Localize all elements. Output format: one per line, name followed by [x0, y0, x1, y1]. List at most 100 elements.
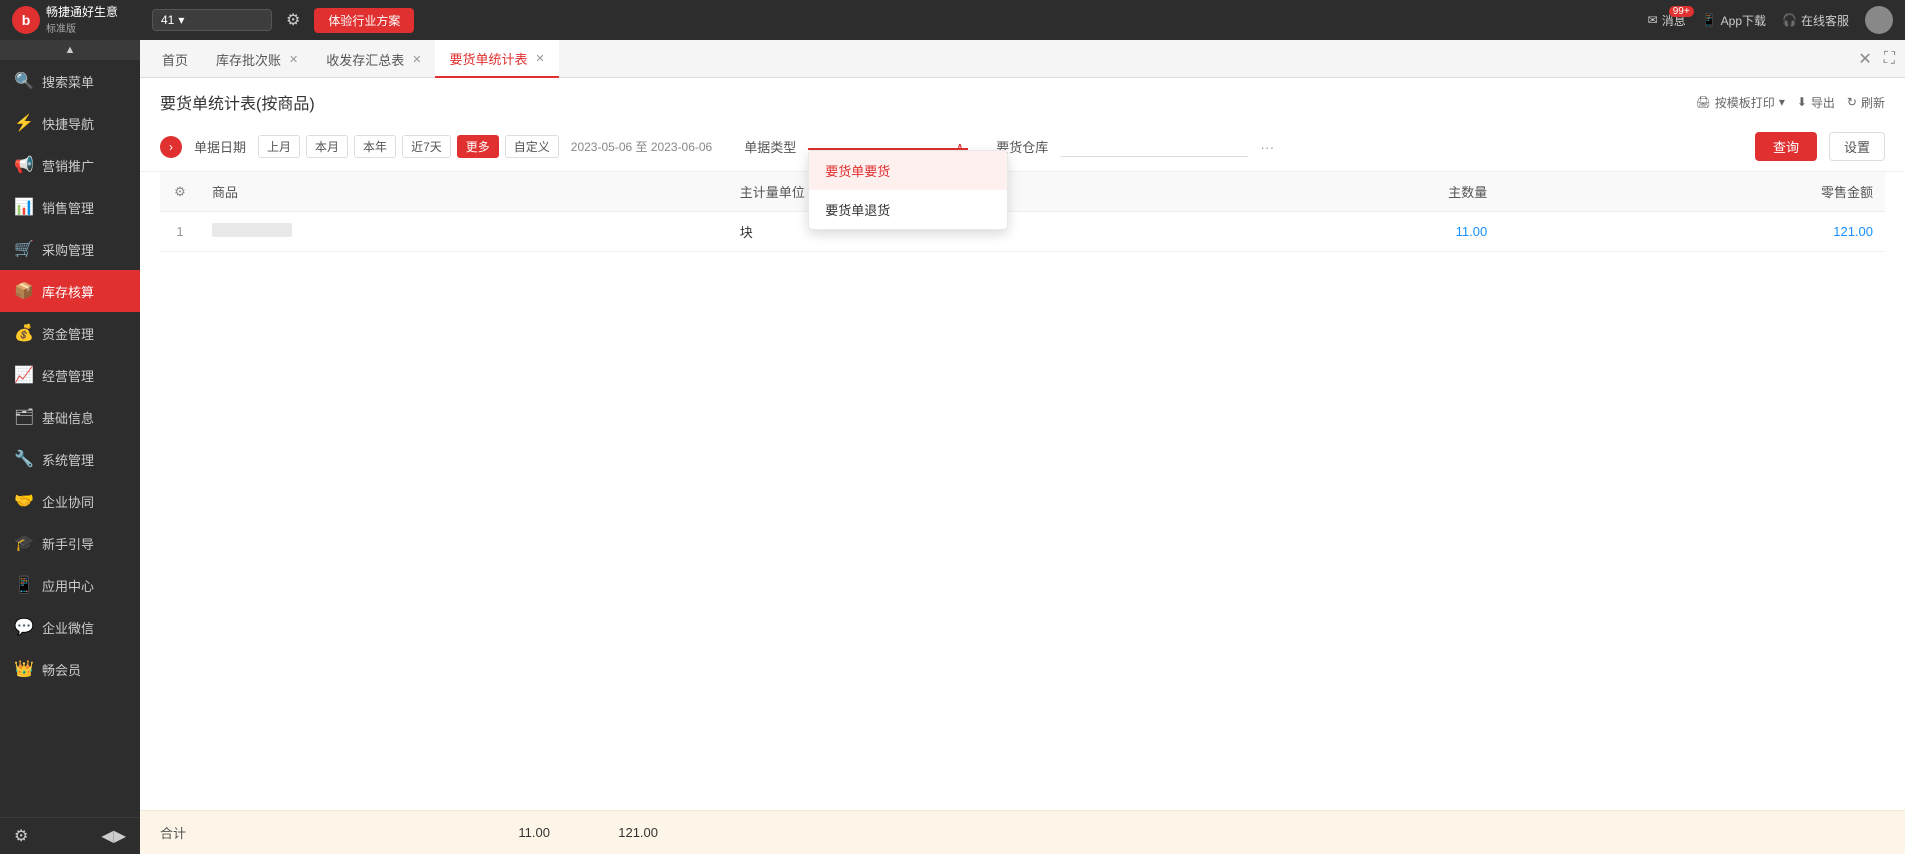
sidebar-item-members[interactable]: 👑 畅会员: [0, 648, 140, 690]
tab-close-order-stats[interactable]: ✕: [536, 52, 545, 65]
sidebar-label-members: 畅会员: [42, 660, 81, 679]
summary-qty: 11.00: [450, 825, 550, 840]
type-filter-label: 单据类型: [744, 137, 796, 156]
sidebar-item-guide[interactable]: 🎓 新手引导: [0, 522, 140, 564]
sidebar-icon-system: 🔧: [14, 449, 34, 469]
dropdown-item-order-goods[interactable]: 要货单要货: [809, 151, 1007, 190]
avatar[interactable]: [1865, 6, 1893, 34]
app-download-btn[interactable]: 📱 App下载: [1702, 12, 1766, 29]
type-select-wrapper: ∧ 要货单要货要货单退货: [808, 144, 968, 150]
tab-close-receivable[interactable]: ✕: [412, 53, 421, 66]
phone-icon: 📱: [1702, 13, 1717, 27]
tab-close-batch[interactable]: ✕: [289, 53, 298, 66]
print-icon: 🖨: [1696, 95, 1711, 109]
sidebar-label-enterprise: 企业协同: [42, 492, 94, 511]
expand-filter-btn[interactable]: ›: [160, 136, 182, 158]
sidebar-icon-purchase: 🛒: [14, 239, 34, 259]
table-header-row: ⚙ 商品 主计量单位 主数量 零售金额: [160, 172, 1885, 212]
table-col-qty: 主数量: [1179, 172, 1499, 212]
tab-bar: 首页库存批次账✕收发存汇总表✕要货单统计表✕ ✕ ⛶: [140, 40, 1905, 78]
logo-icon: b: [12, 6, 40, 34]
messages-btn[interactable]: ✉ 消息 99+: [1648, 12, 1686, 29]
app-sub: 标准版: [46, 20, 118, 35]
sidebar-item-operations[interactable]: 📈 经营管理: [0, 354, 140, 396]
warehouse-input[interactable]: [1060, 137, 1248, 157]
sidebar-label-marketing: 营销推广: [42, 156, 94, 175]
table-col-product: 商品: [200, 172, 728, 212]
sidebar-item-shortcut[interactable]: ⚡ 快捷导航: [0, 102, 140, 144]
app-download-label: App下载: [1721, 12, 1766, 29]
export-btn[interactable]: ⬇ 导出: [1797, 94, 1835, 111]
sidebar: ▲ 🔍 搜索菜单 ⚡ 快捷导航 📢 营销推广 📊 销售管理 🛒 采购管理 📦 库…: [0, 40, 140, 854]
sidebar-icon-finance: 💰: [14, 323, 34, 343]
sidebar-label-finance: 资金管理: [42, 324, 94, 343]
summary-label: 合计: [160, 823, 450, 842]
sidebar-icon-enterprise: 🤝: [14, 491, 34, 511]
row-qty-0: 11.00: [1179, 212, 1499, 252]
sidebar-icon-inventory: 📦: [14, 281, 34, 301]
custom-date-btn[interactable]: 自定义: [505, 135, 559, 158]
tab-home[interactable]: 首页: [148, 40, 202, 77]
online-service-btn[interactable]: 🎧 在线客服: [1782, 12, 1849, 29]
sidebar-scroll-up[interactable]: ▲: [0, 40, 140, 60]
sidebar-item-enterprise[interactable]: 🤝 企业协同: [0, 480, 140, 522]
last-month-btn[interactable]: 上月: [258, 135, 300, 158]
tab-expand-btn[interactable]: ⛶: [1882, 48, 1897, 70]
sidebar-icon-wechat: 💬: [14, 617, 34, 637]
refresh-btn[interactable]: ↻ 刷新: [1847, 94, 1885, 111]
content-area: 首页库存批次账✕收发存汇总表✕要货单统计表✕ ✕ ⛶ 要货单统计表(按商品) 🖨…: [140, 40, 1905, 854]
print-btn[interactable]: 🖨 按模板打印 ▾: [1696, 94, 1785, 111]
table-col-settings[interactable]: ⚙: [160, 172, 200, 212]
sidebar-item-base[interactable]: 🗂 基础信息: [0, 396, 140, 438]
sidebar-label-inventory: 库存核算: [42, 282, 94, 301]
sidebar-label-base: 基础信息: [42, 408, 94, 427]
sidebar-item-inventory[interactable]: 📦 库存核算: [0, 270, 140, 312]
sidebar-icon-sales: 📊: [14, 197, 34, 217]
tab-receivable[interactable]: 收发存汇总表✕: [312, 40, 435, 77]
sidebar-item-system[interactable]: 🔧 系统管理: [0, 438, 140, 480]
sidebar-item-marketing[interactable]: 📢 营销推广: [0, 144, 140, 186]
header-settings-btn[interactable]: ⚙: [280, 8, 306, 32]
trial-button[interactable]: 体验行业方案: [314, 8, 414, 33]
sidebar-icon-base: 🗂: [14, 407, 34, 427]
sidebar-item-wechat[interactable]: 💬 企业微信: [0, 606, 140, 648]
sidebar-label-system: 系统管理: [42, 450, 94, 469]
setup-button[interactable]: 设置: [1829, 132, 1885, 161]
dropdown-chevron: ▾: [178, 13, 184, 27]
type-select[interactable]: [808, 144, 968, 150]
product-placeholder-0: [212, 223, 292, 237]
this-month-btn[interactable]: 本月: [306, 135, 348, 158]
store-name: 41: [161, 13, 174, 27]
summary-amount: 121.00: [558, 825, 658, 840]
page-title: 要货单统计表(按商品): [160, 90, 315, 114]
logo-area: b 畅捷通好生意 标准版: [12, 5, 152, 34]
last-7-days-btn[interactable]: 近7天: [402, 135, 451, 158]
store-selector[interactable]: 41 ▾: [152, 9, 272, 31]
tab-order-stats[interactable]: 要货单统计表✕: [435, 40, 558, 78]
sidebar-icon-shortcut: ⚡: [14, 113, 34, 133]
row-amount-0: 121.00: [1499, 212, 1885, 252]
close-all-tabs-btn[interactable]: ✕: [1856, 47, 1873, 71]
sidebar-label-operations: 经营管理: [42, 366, 94, 385]
this-year-btn[interactable]: 本年: [354, 135, 396, 158]
sidebar-icon-search: 🔍: [14, 71, 34, 91]
sidebar-label-purchase: 采购管理: [42, 240, 94, 259]
query-button[interactable]: 查询: [1755, 132, 1817, 161]
tab-bar-right: ✕ ⛶: [1856, 47, 1897, 71]
dropdown-item-order-return[interactable]: 要货单退货: [809, 190, 1007, 229]
tab-batch[interactable]: 库存批次账✕: [202, 40, 312, 77]
main-layout: ▲ 🔍 搜索菜单 ⚡ 快捷导航 📢 营销推广 📊 销售管理 🛒 采购管理 📦 库…: [0, 40, 1905, 854]
sidebar-item-apps[interactable]: 📱 应用中心: [0, 564, 140, 606]
sidebar-item-purchase[interactable]: 🛒 采购管理: [0, 228, 140, 270]
sidebar-items: 🔍 搜索菜单 ⚡ 快捷导航 📢 营销推广 📊 销售管理 🛒 采购管理 📦 库存核…: [0, 60, 140, 817]
sidebar-settings-icon[interactable]: ⚙: [14, 826, 28, 846]
logo-text-group: 畅捷通好生意 标准版: [46, 5, 118, 34]
warehouse-more-btn[interactable]: ···: [1260, 139, 1274, 155]
more-dates-btn[interactable]: 更多: [457, 135, 499, 158]
sidebar-label-search: 搜索菜单: [42, 72, 94, 91]
header-right: ✉ 消息 99+ 📱 App下载 🎧 在线客服: [1648, 6, 1893, 34]
sidebar-item-search[interactable]: 🔍 搜索菜单: [0, 60, 140, 102]
sidebar-item-finance[interactable]: 💰 资金管理: [0, 312, 140, 354]
sidebar-item-sales[interactable]: 📊 销售管理: [0, 186, 140, 228]
sidebar-collapse-icon[interactable]: ◀▶: [101, 826, 126, 846]
